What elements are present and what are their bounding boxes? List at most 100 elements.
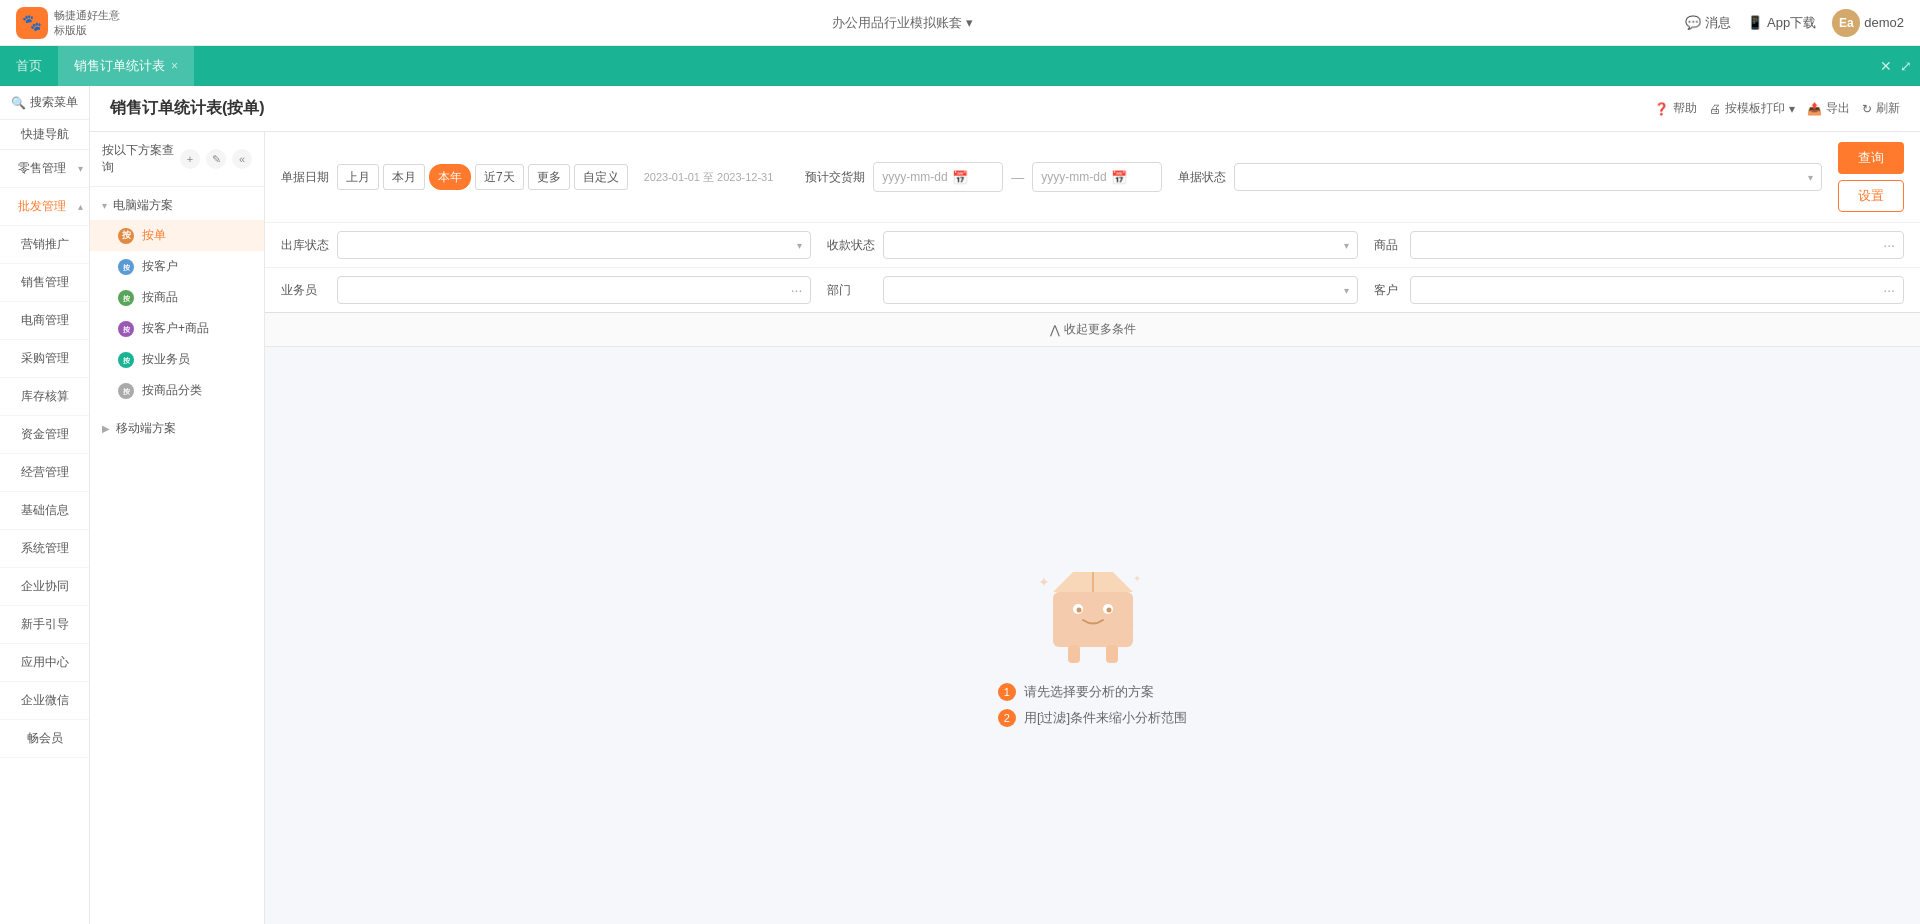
period-btn-this-year[interactable]: 本年 (429, 164, 471, 190)
scheme-edit-icon[interactable]: ✎ (206, 149, 226, 169)
sidebar-item-purchase[interactable]: 采购管理 (0, 340, 89, 378)
window-expand-icon[interactable]: ⤢ (1900, 58, 1912, 74)
scheme-add-icon[interactable]: + (180, 149, 200, 169)
svg-text:按: 按 (122, 294, 130, 302)
empty-state: ✦ ✦ ✦ 1 请先选择要分析的方案 2 用[过滤]条件来缩小分析范围 (265, 347, 1920, 924)
refresh-icon: ↻ (1862, 102, 1872, 116)
sidebar-item-basic-info[interactable]: 基础信息 (0, 492, 89, 530)
more-dots-icon: ··· (1883, 237, 1895, 253)
salesperson-select[interactable]: ··· (337, 276, 811, 304)
app-download-button[interactable]: 📱 App下载 (1747, 14, 1816, 32)
department-select[interactable]: ▾ (883, 276, 1357, 304)
sidebar-item-ecommerce[interactable]: 电商管理 (0, 302, 89, 340)
calendar-icon: 📅 (1111, 170, 1127, 185)
main-layout: 🔍 搜索菜单 快捷导航 零售管理 ▾ 批发管理 ▴ 营销推广 销售管理 电商管理… (0, 86, 1920, 924)
scheme-item-by-customer[interactable]: 按 按客户 (90, 251, 264, 282)
print-button[interactable]: 🖨 按模板打印 ▾ (1709, 100, 1795, 117)
sidebar-item-system[interactable]: 系统管理 (0, 530, 89, 568)
scheme-item-by-goods[interactable]: 按 按商品 (90, 282, 264, 313)
chevron-down-icon: ▾ (1344, 240, 1349, 251)
period-btn-more[interactable]: 更多 (528, 164, 570, 190)
help-icon: ❓ (1654, 102, 1669, 116)
svg-rect-10 (1053, 592, 1133, 647)
scheme-section-desktop-header[interactable]: ▾ 电脑端方案 (90, 191, 264, 220)
sidebar-item-appstore[interactable]: 应用中心 (0, 644, 89, 682)
collapse-filter-button[interactable]: ⋀ 收起更多条件 (265, 313, 1920, 347)
search-menu-button[interactable]: 🔍 搜索菜单 (0, 86, 89, 120)
chevron-down-icon: ▾ (78, 163, 83, 174)
scheme-section-mobile: ▶ 移动端方案 (90, 410, 264, 447)
filter-section: 单据日期 上月 本月 本年 近7天 更多 自定义 2023-01-01 至 20… (265, 132, 1920, 347)
scheme-item-icon: 按 (118, 290, 134, 306)
sidebar-item-sales[interactable]: 销售管理 (0, 264, 89, 302)
user-area[interactable]: Ea demo2 (1832, 9, 1904, 37)
scheme-item-by-category[interactable]: 按 按商品分类 (90, 375, 264, 406)
scheme-item-by-order[interactable]: 按 按单 (90, 220, 264, 251)
period-btn-7days[interactable]: 近7天 (475, 164, 524, 190)
sidebar-item-management[interactable]: 经营管理 (0, 454, 89, 492)
sidebar-item-guide[interactable]: 新手引导 (0, 606, 89, 644)
svg-point-14 (1076, 607, 1081, 612)
chevron-down-icon: ▾ (1344, 285, 1349, 296)
settings-button[interactable]: 设置 (1838, 180, 1904, 212)
sidebar-item-finance[interactable]: 资金管理 (0, 416, 89, 454)
period-btn-custom[interactable]: 自定义 (574, 164, 628, 190)
period-btn-last-month[interactable]: 上月 (337, 164, 379, 190)
window-close-icon[interactable]: ✕ (1880, 58, 1892, 74)
scheme-section-desktop: ▾ 电脑端方案 按 按单 按 按客户 (90, 187, 264, 410)
sidebar-item-collab[interactable]: 企业协同 (0, 568, 89, 606)
export-icon: 📤 (1807, 102, 1822, 116)
sidebar-item-marketing[interactable]: 营销推广 (0, 226, 89, 264)
date-label: 单据日期 (281, 169, 329, 186)
scheme-collapse-icon[interactable]: « (232, 149, 252, 169)
calendar-icon: 📅 (952, 170, 968, 185)
salesperson-icon: 按 (121, 355, 131, 365)
sidebar-item-member[interactable]: 畅会员 (0, 720, 89, 758)
chevron-right-icon: ▶ (102, 423, 110, 434)
avatar: Ea (1832, 9, 1860, 37)
payment-status-label: 收款状态 (827, 237, 875, 254)
scheme-item-icon: 按 (118, 259, 134, 275)
svg-text:✦: ✦ (1128, 620, 1135, 629)
refresh-button[interactable]: ↻ 刷新 (1862, 100, 1900, 117)
svg-point-15 (1106, 607, 1111, 612)
query-button[interactable]: 查询 (1838, 142, 1904, 174)
sidebar-item-weixin[interactable]: 企业微信 (0, 682, 89, 720)
tab-sales-order[interactable]: 销售订单统计表 × (58, 46, 194, 86)
message-icon: 💬 (1685, 15, 1701, 30)
help-button[interactable]: ❓ 帮助 (1654, 100, 1697, 117)
top-bar-center[interactable]: 办公用品行业模拟账套 ▾ (120, 14, 1685, 32)
department-label: 部门 (827, 282, 875, 299)
tab-close-icon[interactable]: × (171, 60, 178, 72)
scheme-item-by-salesperson[interactable]: 按 按业务员 (90, 344, 264, 375)
payment-status-select[interactable]: ▾ (883, 231, 1357, 259)
scheme-item-by-customer-goods[interactable]: 按 按客户+商品 (90, 313, 264, 344)
delivery-status-select[interactable]: ▾ (337, 231, 811, 259)
expected-date-end[interactable]: yyyy-mm-dd 📅 (1032, 162, 1162, 192)
goods-select[interactable]: ··· (1410, 231, 1904, 259)
tab-home[interactable]: 首页 (0, 46, 58, 86)
customer-select[interactable]: ··· (1410, 276, 1904, 304)
logo-text: 畅捷通好生意 标版版 (54, 8, 120, 37)
page-header: 销售订单统计表(按单) ❓ 帮助 🖨 按模板打印 ▾ 📤 导出 ↻ 刷新 (90, 86, 1920, 132)
export-button[interactable]: 📤 导出 (1807, 100, 1850, 117)
period-btn-this-month[interactable]: 本月 (383, 164, 425, 190)
scheme-item-icon: 按 (118, 228, 134, 244)
cust-goods-icon: 按 (121, 324, 131, 334)
download-icon: 📱 (1747, 15, 1763, 30)
scheme-item-icon: 按 (118, 383, 134, 399)
chevron-down-icon: ▾ (102, 200, 107, 211)
collapse-icon: ⋀ (1050, 323, 1060, 337)
message-button[interactable]: 💬 消息 (1685, 14, 1731, 32)
quick-nav-button[interactable]: 快捷导航 (0, 120, 89, 150)
goods-label: 商品 (1374, 237, 1402, 254)
status-label: 单据状态 (1178, 169, 1226, 186)
sidebar-item-wholesale[interactable]: 批发管理 ▴ (0, 188, 89, 226)
sidebar-item-retail[interactable]: 零售管理 ▾ (0, 150, 89, 188)
expected-date-start[interactable]: yyyy-mm-dd 📅 (873, 162, 1003, 192)
svg-text:✦: ✦ (1038, 574, 1050, 590)
status-select[interactable]: ▾ (1234, 163, 1822, 191)
sidebar-item-inventory[interactable]: 库存核算 (0, 378, 89, 416)
top-bar-right: 💬 消息 📱 App下载 Ea demo2 (1685, 9, 1904, 37)
scheme-section-mobile-header[interactable]: ▶ 移动端方案 (90, 414, 264, 443)
